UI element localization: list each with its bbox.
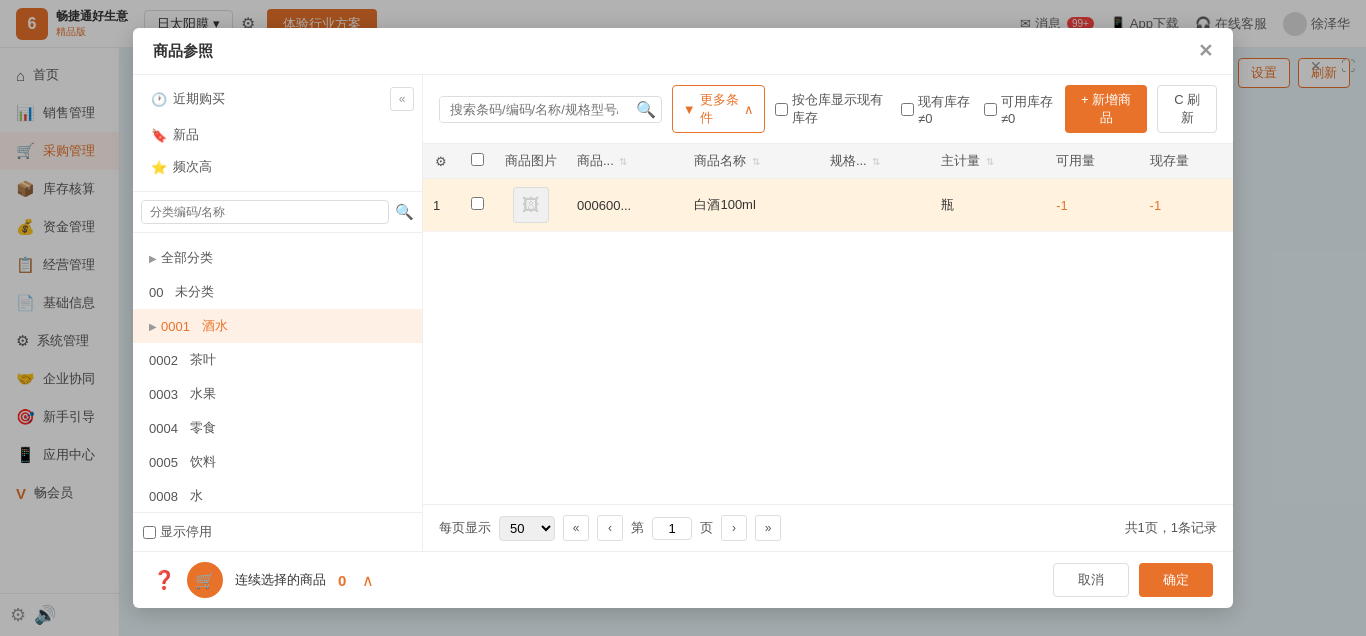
row-index: 1 [423, 179, 459, 232]
category-item-0001[interactable]: ▶ 0001 酒水 [133, 309, 422, 343]
page-size-select[interactable]: 50 100 200 [499, 516, 555, 541]
checkbox-available-nonzero-input[interactable] [984, 103, 997, 116]
tab-recent-purchase[interactable]: 🕐 近期购买 [141, 83, 235, 115]
category-item-0003[interactable]: 0003 水果 [133, 377, 422, 411]
clock-icon: 🕐 [151, 92, 167, 107]
new-icon: 🔖 [151, 128, 167, 143]
modal-title: 商品参照 [153, 42, 213, 61]
product-search-box: 🔍 [439, 96, 662, 123]
row-spec [820, 179, 931, 232]
star-icon: ⭐ [151, 160, 167, 175]
checkbox-stock-nonzero-input[interactable] [901, 103, 914, 116]
tab-new-products[interactable]: 🔖 新品 [141, 119, 414, 151]
column-settings-icon[interactable]: ⚙ [435, 154, 447, 169]
col-stock: 现存量 [1140, 144, 1233, 179]
page-suffix-label: 页 [700, 519, 713, 537]
left-panel: 🕐 近期购买 « 🔖 新品 ⭐ 频次高 [133, 75, 423, 551]
checkbox-by-warehouse-input[interactable] [775, 103, 788, 116]
category-item-0008[interactable]: 0008 水 [133, 479, 422, 512]
confirm-button[interactable]: 确定 [1139, 563, 1213, 597]
sort-code-icon: ⇅ [619, 156, 627, 167]
row-checkbox[interactable] [471, 197, 484, 210]
checkbox-by-warehouse[interactable]: 按仓库显示现有库存 [775, 91, 889, 127]
product-reference-modal: 商品参照 ✕ 🕐 近期购买 « 🔖 新品 [133, 28, 1233, 608]
sort-name-icon: ⇅ [752, 156, 760, 167]
col-settings[interactable]: ⚙ [423, 144, 459, 179]
col-code[interactable]: 商品... ⇅ [567, 144, 684, 179]
page-label: 第 [631, 519, 644, 537]
category-search-input[interactable] [141, 200, 389, 224]
category-item-0005[interactable]: 0005 饮料 [133, 445, 422, 479]
row-name: 白酒100ml [684, 179, 819, 232]
pagination: 每页显示 50 100 200 « ‹ 第 页 › » 共1页，1条记录 [423, 504, 1233, 551]
row-unit: 瓶 [931, 179, 1046, 232]
table-row[interactable]: 1 🖼 000600... 白酒100ml 瓶 [423, 179, 1233, 232]
product-image-placeholder: 🖼 [513, 187, 549, 223]
table-header-row: ⚙ 商品图片 商品... ⇅ [423, 144, 1233, 179]
category-item-00[interactable]: 00 未分类 [133, 275, 422, 309]
refresh-product-button[interactable]: C 刷新 [1157, 85, 1217, 133]
row-stock: -1 [1140, 179, 1233, 232]
checkbox-stock-nonzero[interactable]: 现有库存≠0 [901, 93, 972, 126]
arrow-icon-active: ▶ [149, 321, 157, 332]
modal-header: 商品参照 ✕ [133, 28, 1233, 75]
row-code: 000600... [567, 179, 684, 232]
col-unit[interactable]: 主计量 ⇅ [931, 144, 1046, 179]
col-image: 商品图片 [495, 144, 567, 179]
product-search-input[interactable] [440, 97, 628, 122]
show-disabled-input[interactable] [143, 526, 156, 539]
category-search-area: 🔍 [133, 192, 422, 233]
filter-icon: ▼ [683, 102, 696, 117]
page-info: 共1页，1条记录 [1125, 519, 1217, 537]
first-page-button[interactable]: « [563, 515, 589, 541]
checkbox-available-nonzero[interactable]: 可用库存≠0 [984, 93, 1055, 126]
row-image-cell: 🖼 [495, 179, 567, 232]
help-icon[interactable]: ❓ [153, 569, 175, 591]
add-product-button[interactable]: + 新增商品 [1065, 85, 1147, 133]
col-name[interactable]: 商品名称 ⇅ [684, 144, 819, 179]
product-table: ⚙ 商品图片 商品... ⇅ [423, 144, 1233, 232]
select-all-checkbox[interactable] [471, 153, 484, 166]
sort-spec-icon: ⇅ [872, 156, 880, 167]
right-panel: 🔍 ▼ 更多条件 ∧ 按仓库显示现有库存 现 [423, 75, 1233, 551]
product-search-button[interactable]: 🔍 [628, 100, 662, 119]
cart-button[interactable]: 🛒 [187, 562, 223, 598]
arrow-icon: ▶ [149, 253, 157, 264]
prev-page-button[interactable]: ‹ [597, 515, 623, 541]
col-spec[interactable]: 规格... ⇅ [820, 144, 931, 179]
category-search-icon[interactable]: 🔍 [395, 203, 414, 221]
page-size-label: 每页显示 [439, 519, 491, 537]
category-tree: ▶ 全部分类 00 未分类 ▶ 0001 酒水 0002 茶叶 [133, 233, 422, 512]
footer-actions: 取消 确定 [1053, 563, 1213, 597]
left-bottom: 显示停用 [133, 512, 422, 551]
cart-text: 连续选择的商品 [235, 571, 326, 589]
modal-overlay: 商品参照 ✕ 🕐 近期购买 « 🔖 新品 [0, 0, 1366, 636]
row-checkbox-cell[interactable] [459, 179, 495, 232]
col-check [459, 144, 495, 179]
modal-close-button[interactable]: ✕ [1198, 40, 1213, 62]
filter-button[interactable]: ▼ 更多条件 ∧ [672, 85, 765, 133]
collapse-button[interactable]: « [390, 87, 414, 111]
col-available: 可用量 [1046, 144, 1139, 179]
modal-body: 🕐 近期购买 « 🔖 新品 ⭐ 频次高 [133, 75, 1233, 551]
page-number-input[interactable] [652, 517, 692, 540]
tab-frequent[interactable]: ⭐ 频次高 [141, 151, 414, 183]
category-item-all[interactable]: ▶ 全部分类 [133, 241, 422, 275]
right-toolbar: 🔍 ▼ 更多条件 ∧ 按仓库显示现有库存 现 [423, 75, 1233, 144]
filter-checkboxes: 按仓库显示现有库存 现有库存≠0 可用库存≠0 [775, 91, 1055, 127]
cart-collapse-icon[interactable]: ∧ [362, 571, 374, 590]
next-page-button[interactable]: › [721, 515, 747, 541]
product-table-wrap: ⚙ 商品图片 商品... ⇅ [423, 144, 1233, 504]
category-item-0004[interactable]: 0004 零食 [133, 411, 422, 445]
last-page-button[interactable]: » [755, 515, 781, 541]
cart-icon: 🛒 [195, 571, 215, 590]
row-available: -1 [1046, 179, 1139, 232]
cart-count: 0 [338, 572, 346, 589]
left-panel-tabs: 🕐 近期购买 « 🔖 新品 ⭐ 频次高 [133, 75, 422, 192]
modal-footer: ❓ 🛒 连续选择的商品 0 ∧ 取消 确定 [133, 551, 1233, 608]
show-disabled-checkbox[interactable]: 显示停用 [143, 523, 212, 541]
sort-unit-icon: ⇅ [986, 156, 994, 167]
category-item-0002[interactable]: 0002 茶叶 [133, 343, 422, 377]
cancel-button[interactable]: 取消 [1053, 563, 1129, 597]
